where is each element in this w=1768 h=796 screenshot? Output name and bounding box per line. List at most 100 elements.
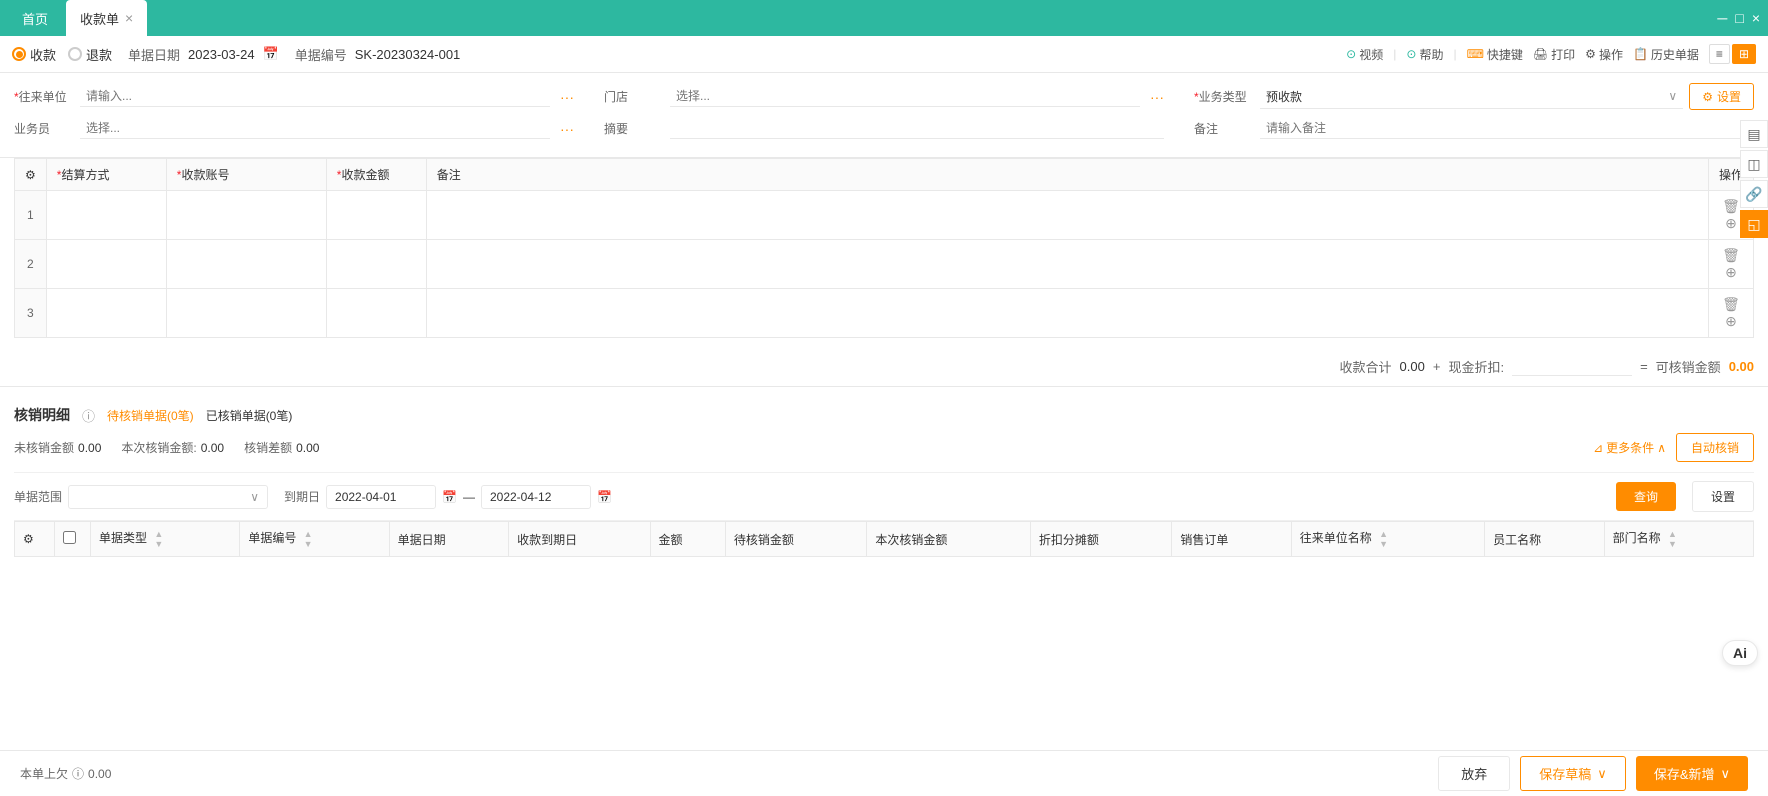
shop-input[interactable] (670, 86, 1140, 107)
table-row: 1 🗑 ⊕ (15, 191, 1754, 240)
copy-icon[interactable]: ⊕ (1725, 313, 1737, 329)
sort-dept[interactable]: ▲▼ (1668, 529, 1677, 549)
bottom-info-icon[interactable]: ⓘ (72, 765, 84, 782)
more-conditions-btn[interactable]: ⊿ 更多条件 ∧ (1593, 439, 1666, 456)
radio-receive[interactable]: 收款 (12, 45, 56, 64)
calendar-icon[interactable]: 📅 (263, 46, 279, 62)
calendar-to-icon[interactable]: 📅 (597, 490, 612, 504)
ai-badge[interactable]: Ai (1722, 640, 1758, 666)
amount-cell[interactable] (326, 191, 426, 240)
sidebar-icon-table[interactable]: ▤ (1740, 120, 1768, 148)
save-new-arrow[interactable]: ∨ (1720, 766, 1730, 782)
radio-return[interactable]: 退款 (68, 45, 112, 64)
stat-unverified: 未核销金额 0.00 (14, 439, 101, 456)
amount-cell[interactable] (326, 240, 426, 289)
summary-input[interactable] (670, 118, 1164, 139)
save-draft-arrow[interactable]: ∨ (1597, 766, 1607, 782)
staff-more-icon[interactable]: ··· (560, 121, 574, 137)
copy-icon[interactable]: ⊕ (1725, 215, 1737, 231)
stat-diff: 核销差额 0.00 (244, 439, 319, 456)
tab-pending[interactable]: 待核销单据(0笔) (107, 407, 194, 424)
col-settings[interactable]: ⚙ (15, 159, 47, 191)
save-new-btn[interactable]: 保存&新增 ∨ (1636, 756, 1748, 791)
remarks-cell[interactable] (426, 240, 1708, 289)
account-cell[interactable] (166, 240, 326, 289)
copy-icon[interactable]: ⊕ (1725, 264, 1737, 280)
delete-icon[interactable]: 🗑 (1722, 247, 1740, 263)
verify-table: ⚙ 单据类型 ▲▼ 单据编号 ▲▼ 单据日期 收款到期日 (14, 521, 1754, 557)
business-type-select[interactable]: 预收款 ∨ (1260, 85, 1683, 109)
print-btn[interactable]: 🖨 打印 (1533, 46, 1575, 63)
sidebar-icon-edit[interactable]: ◱ (1740, 210, 1768, 238)
from-unit-input[interactable] (80, 86, 550, 107)
summary-label: 摘要 (604, 120, 664, 137)
window-max-btn[interactable]: □ (1735, 10, 1743, 26)
vcol-settings[interactable]: ⚙ (15, 522, 55, 557)
delete-icon[interactable]: 🗑 (1722, 296, 1740, 312)
save-draft-btn[interactable]: 保存草稿 ∨ (1520, 756, 1626, 791)
abandon-btn[interactable]: 放弃 (1438, 756, 1510, 791)
equals-sign: = (1640, 359, 1648, 374)
amount-cell[interactable] (326, 289, 426, 338)
shortcut-btn[interactable]: ⌨ 快捷键 (1467, 46, 1523, 63)
business-type-label: *业务类型 (1194, 88, 1254, 105)
tab-close-icon[interactable]: × (125, 10, 133, 26)
business-type-value: 预收款 (1266, 88, 1302, 105)
calendar-from-icon[interactable]: 📅 (442, 490, 457, 504)
tab-receipt[interactable]: 收款单 × (66, 0, 147, 36)
tab-done[interactable]: 已核销单据(0笔) (206, 407, 293, 424)
settle-method-cell[interactable] (46, 240, 166, 289)
auto-verify-btn[interactable]: 自动核销 (1676, 433, 1754, 462)
sort-doc-type[interactable]: ▲▼ (154, 529, 163, 549)
sidebar-icon-link[interactable]: 🔗 (1740, 180, 1768, 208)
history-btn[interactable]: 📋 历史单据 (1633, 46, 1699, 63)
radio-return-dot (68, 47, 82, 61)
discount-input[interactable] (1512, 356, 1632, 376)
available-label: 可核销金额 (1656, 357, 1721, 376)
bottom-bar: 本单上欠 ⓘ 0.00 放弃 保存草稿 ∨ 保存&新增 ∨ (0, 750, 1768, 796)
sort-doc-number[interactable]: ▲▼ (304, 529, 313, 549)
list-view-btn[interactable]: ≡ (1709, 44, 1730, 64)
business-type-field: *业务类型 预收款 ∨ ⚙ 设置 (1194, 83, 1754, 110)
delete-icon[interactable]: 🗑 (1722, 198, 1740, 214)
vcol-doc-type: 单据类型 ▲▼ (91, 522, 240, 557)
stat-current-value: 0.00 (201, 441, 224, 455)
verify-settings-btn[interactable]: 设置 (1692, 481, 1754, 512)
window-close-btn[interactable]: × (1752, 10, 1760, 26)
video-btn[interactable]: ⊙ 视频 (1346, 46, 1383, 63)
due-date-from[interactable] (326, 485, 436, 509)
settle-method-cell[interactable] (46, 191, 166, 240)
receipt-table: ⚙ *结算方式 *收款账号 *收款金额 备注 操作 1 (14, 158, 1754, 338)
range-select[interactable]: ∨ (68, 485, 268, 509)
receipt-type-radio-group: 收款 退款 (12, 45, 112, 64)
shop-more-icon[interactable]: ··· (1150, 89, 1164, 105)
grid-view-btn[interactable]: ⊞ (1732, 44, 1756, 64)
due-date-to[interactable] (481, 485, 591, 509)
form-settings-btn[interactable]: ⚙ 设置 (1689, 83, 1754, 110)
staff-input[interactable] (80, 118, 550, 139)
video-icon: ⊙ (1346, 47, 1356, 61)
account-cell[interactable] (166, 191, 326, 240)
staff-label: 业务员 (14, 120, 74, 137)
stat-current: 本次核销金额: 0.00 (121, 439, 224, 456)
help-btn[interactable]: ⊙ 帮助 (1406, 46, 1443, 63)
verify-info-icon[interactable]: ⓘ (82, 406, 95, 425)
vcol-from-unit: 往来单位名称 ▲▼ (1291, 522, 1484, 557)
remarks-input[interactable] (1260, 118, 1754, 139)
query-btn[interactable]: 查询 (1616, 482, 1676, 511)
select-all-checkbox[interactable] (63, 531, 76, 544)
operate-btn[interactable]: ⚙ 操作 (1585, 46, 1623, 63)
remarks-cell[interactable] (426, 191, 1708, 240)
remarks-cell[interactable] (426, 289, 1708, 338)
window-min-btn[interactable]: ─ (1717, 10, 1727, 26)
sidebar-icon-layout[interactable]: ◫ (1740, 150, 1768, 178)
vcol-check[interactable] (55, 522, 91, 557)
account-cell[interactable] (166, 289, 326, 338)
verify-form-row: 单据范围 ∨ 到期日 📅 — 📅 查询 设置 (14, 472, 1754, 521)
settle-method-cell[interactable] (46, 289, 166, 338)
tab-home[interactable]: 首页 (8, 0, 62, 36)
number-label: 单据编号 (295, 45, 347, 64)
from-unit-more-icon[interactable]: ··· (560, 89, 574, 105)
sort-from-unit[interactable]: ▲▼ (1379, 529, 1388, 549)
verify-title: 核销明细 (14, 405, 70, 425)
